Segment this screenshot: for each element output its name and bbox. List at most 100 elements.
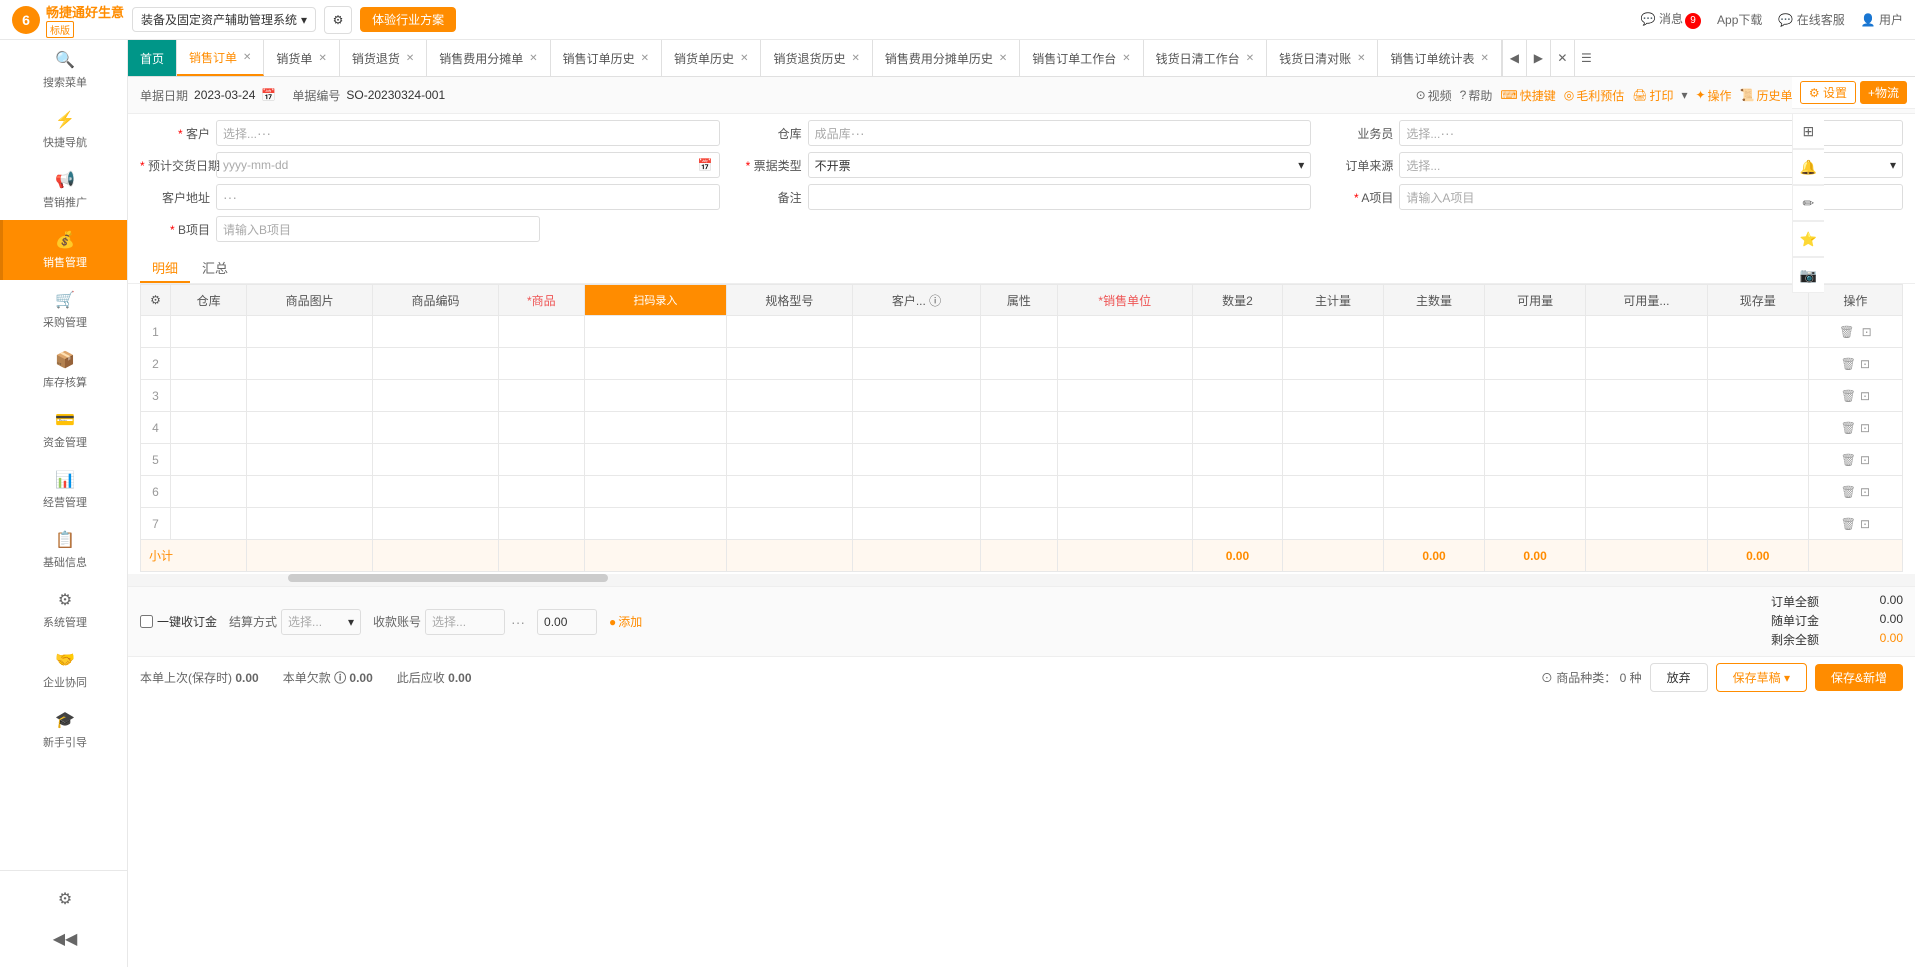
- sidebar-item-purchase[interactable]: 🛒 采购管理: [0, 280, 127, 340]
- row1-spec[interactable]: [726, 316, 852, 348]
- sidebar-item-finance[interactable]: 💳 资金管理: [0, 400, 127, 460]
- row6-delete-icon[interactable]: 🗑: [1841, 485, 1856, 499]
- video-btn[interactable]: ⊙ 视频: [1416, 87, 1452, 104]
- tab-menu-btn[interactable]: ☰: [1574, 40, 1598, 76]
- th-settings[interactable]: ⚙: [141, 285, 171, 316]
- app-download-link[interactable]: App下载: [1717, 11, 1762, 28]
- row1-warehouse[interactable]: [171, 316, 247, 348]
- tab-expense-history-close-icon[interactable]: ✕: [999, 53, 1007, 64]
- message-icon[interactable]: 💬 消息9: [1641, 10, 1701, 29]
- settings-button[interactable]: ⚙ 设置: [1800, 81, 1856, 104]
- payment-dropdown-icon[interactable]: ▾: [348, 615, 354, 629]
- tab-order-workbench[interactable]: 销售订单工作台 ✕: [1020, 40, 1143, 76]
- tab-reconcile-close-icon[interactable]: ✕: [1357, 53, 1365, 64]
- row1-main-unit[interactable]: [1283, 316, 1384, 348]
- settings-gear-icon[interactable]: ⚙: [324, 6, 352, 34]
- th-main-qty[interactable]: 主数量: [1384, 285, 1485, 316]
- address-input[interactable]: ···: [216, 184, 720, 210]
- side-bell-icon[interactable]: 🔔: [1792, 149, 1824, 185]
- th-product-image[interactable]: 商品图片: [247, 285, 373, 316]
- row1-qty2[interactable]: [1192, 316, 1282, 348]
- industry-solution-button[interactable]: 体验行业方案: [360, 7, 456, 32]
- customer-expand-icon[interactable]: ···: [257, 125, 271, 141]
- tab-next-btn[interactable]: ▶: [1526, 40, 1550, 76]
- table-scrollbar[interactable]: [128, 574, 1915, 586]
- tab-sales-return-close-icon[interactable]: ✕: [406, 53, 414, 64]
- payment-amount-input[interactable]: 0.00: [537, 609, 597, 635]
- profit-preview-btn[interactable]: ◎ 毛利预估: [1564, 87, 1625, 104]
- row1-code[interactable]: [373, 316, 499, 348]
- row1-delete-icon[interactable]: 🗑: [1839, 325, 1854, 339]
- discard-button[interactable]: 放弃: [1650, 663, 1708, 692]
- customer-input[interactable]: 选择... ···: [216, 120, 720, 146]
- side-edit-icon[interactable]: ✏: [1792, 185, 1824, 221]
- row1-customer-code[interactable]: [852, 316, 981, 348]
- tab-summary[interactable]: 汇总: [190, 254, 240, 283]
- row1-scan[interactable]: [584, 316, 726, 348]
- th-spec[interactable]: 规格型号: [726, 285, 852, 316]
- row1-current-qty[interactable]: [1707, 316, 1808, 348]
- save-draft-dropdown-icon[interactable]: ▾: [1784, 671, 1790, 685]
- invoice-type-select[interactable]: 不开票 ▾: [808, 152, 1312, 178]
- row2-copy-icon[interactable]: ⊡: [1860, 357, 1870, 371]
- tab-sales-order-history-close-icon[interactable]: ✕: [641, 53, 649, 64]
- sidebar-item-operations[interactable]: 📊 经营管理: [0, 460, 127, 520]
- tab-expense-history[interactable]: 销售费用分摊单历史 ✕: [873, 40, 1020, 76]
- tab-sales-order-history[interactable]: 销售订单历史 ✕: [551, 40, 662, 76]
- scan-btn[interactable]: 扫码录入: [627, 290, 683, 310]
- th-main-unit[interactable]: 主计量: [1283, 285, 1384, 316]
- help-btn[interactable]: ? 帮助: [1460, 87, 1493, 104]
- operation-btn[interactable]: ✦ 操作: [1695, 87, 1731, 104]
- account-select[interactable]: 选择...: [425, 609, 505, 635]
- save-new-button[interactable]: 保存&新增: [1815, 664, 1903, 691]
- tab-daily-workbench-close-icon[interactable]: ✕: [1246, 53, 1254, 64]
- tab-return-history-close-icon[interactable]: ✕: [851, 53, 859, 64]
- tab-sales-invoice-close-icon[interactable]: ✕: [318, 53, 326, 64]
- tab-prev-btn[interactable]: ◀: [1502, 40, 1526, 76]
- th-available-qty[interactable]: 可用量: [1485, 285, 1586, 316]
- tab-daily-workbench[interactable]: 钱货日清工作台 ✕: [1144, 40, 1267, 76]
- system-name-dropdown[interactable]: 装备及固定资产辅助管理系统 ▾: [132, 7, 316, 32]
- shortcut-btn[interactable]: ⌨ 快捷键: [1500, 87, 1555, 104]
- row6-copy-icon[interactable]: ⊡: [1860, 485, 1870, 499]
- tab-detail[interactable]: 明细: [140, 254, 190, 283]
- dropdown-arrow-print-icon[interactable]: ▾: [1681, 88, 1687, 102]
- address-expand-icon[interactable]: ···: [223, 189, 237, 205]
- row1-product[interactable]: [498, 316, 584, 348]
- sidebar-item-system[interactable]: ⚙ 系统管理: [0, 580, 127, 640]
- row2-delete-icon[interactable]: 🗑: [1841, 357, 1856, 371]
- row3-delete-icon[interactable]: 🗑: [1841, 389, 1856, 403]
- sidebar-item-sales[interactable]: 💰 销售管理: [0, 220, 127, 280]
- sidebar-item-tutorial[interactable]: 🎓 新手引导: [0, 700, 127, 760]
- invoice-type-dropdown-icon[interactable]: ▾: [1298, 158, 1304, 172]
- th-product-code[interactable]: 商品编码: [373, 285, 499, 316]
- sidebar-collapse-btn[interactable]: ◀◀: [0, 919, 127, 959]
- side-star-icon[interactable]: ⭐: [1792, 221, 1824, 257]
- row1-attributes[interactable]: [981, 316, 1057, 348]
- save-draft-button[interactable]: 保存草稿 ▾: [1716, 663, 1807, 692]
- th-customer-code[interactable]: 客户... ⓘ: [852, 285, 981, 316]
- th-qty2[interactable]: 数量2: [1192, 285, 1282, 316]
- add-payment-button[interactable]: ● 添加: [609, 613, 642, 630]
- sidebar-item-basic-info[interactable]: 📋 基础信息: [0, 520, 127, 580]
- th-sales-unit[interactable]: *销售单位: [1057, 285, 1192, 316]
- th-scan[interactable]: 扫码录入: [584, 285, 726, 316]
- remarks-input[interactable]: [808, 184, 1312, 210]
- tab-sales-expense[interactable]: 销售费用分摊单 ✕: [427, 40, 550, 76]
- print-btn[interactable]: 🖨 打印: [1632, 87, 1673, 104]
- sidebar-item-marketing[interactable]: 📢 营销推广: [0, 160, 127, 220]
- date-value[interactable]: 2023-03-24: [194, 88, 255, 102]
- warehouse-input[interactable]: 成品库 ···: [808, 120, 1312, 146]
- payment-method-select[interactable]: 选择... ▾: [281, 609, 361, 635]
- online-service-link[interactable]: 💬 在线客服: [1778, 11, 1844, 28]
- row1-available-qty2[interactable]: [1586, 316, 1708, 348]
- tab-sales-invoice[interactable]: 销货单 ✕: [264, 40, 339, 76]
- row1-main-qty[interactable]: [1384, 316, 1485, 348]
- sidebar-item-inventory[interactable]: 📦 库存核算: [0, 340, 127, 400]
- add-material-button[interactable]: +物流: [1860, 81, 1907, 104]
- th-available-qty2[interactable]: 可用量...: [1586, 285, 1708, 316]
- tab-return-history[interactable]: 销货退货历史 ✕: [761, 40, 872, 76]
- row4-delete-icon[interactable]: 🗑: [1841, 421, 1856, 435]
- account-expand-icon[interactable]: ···: [511, 614, 525, 630]
- tab-sales-order[interactable]: 销售订单 ✕: [177, 40, 264, 76]
